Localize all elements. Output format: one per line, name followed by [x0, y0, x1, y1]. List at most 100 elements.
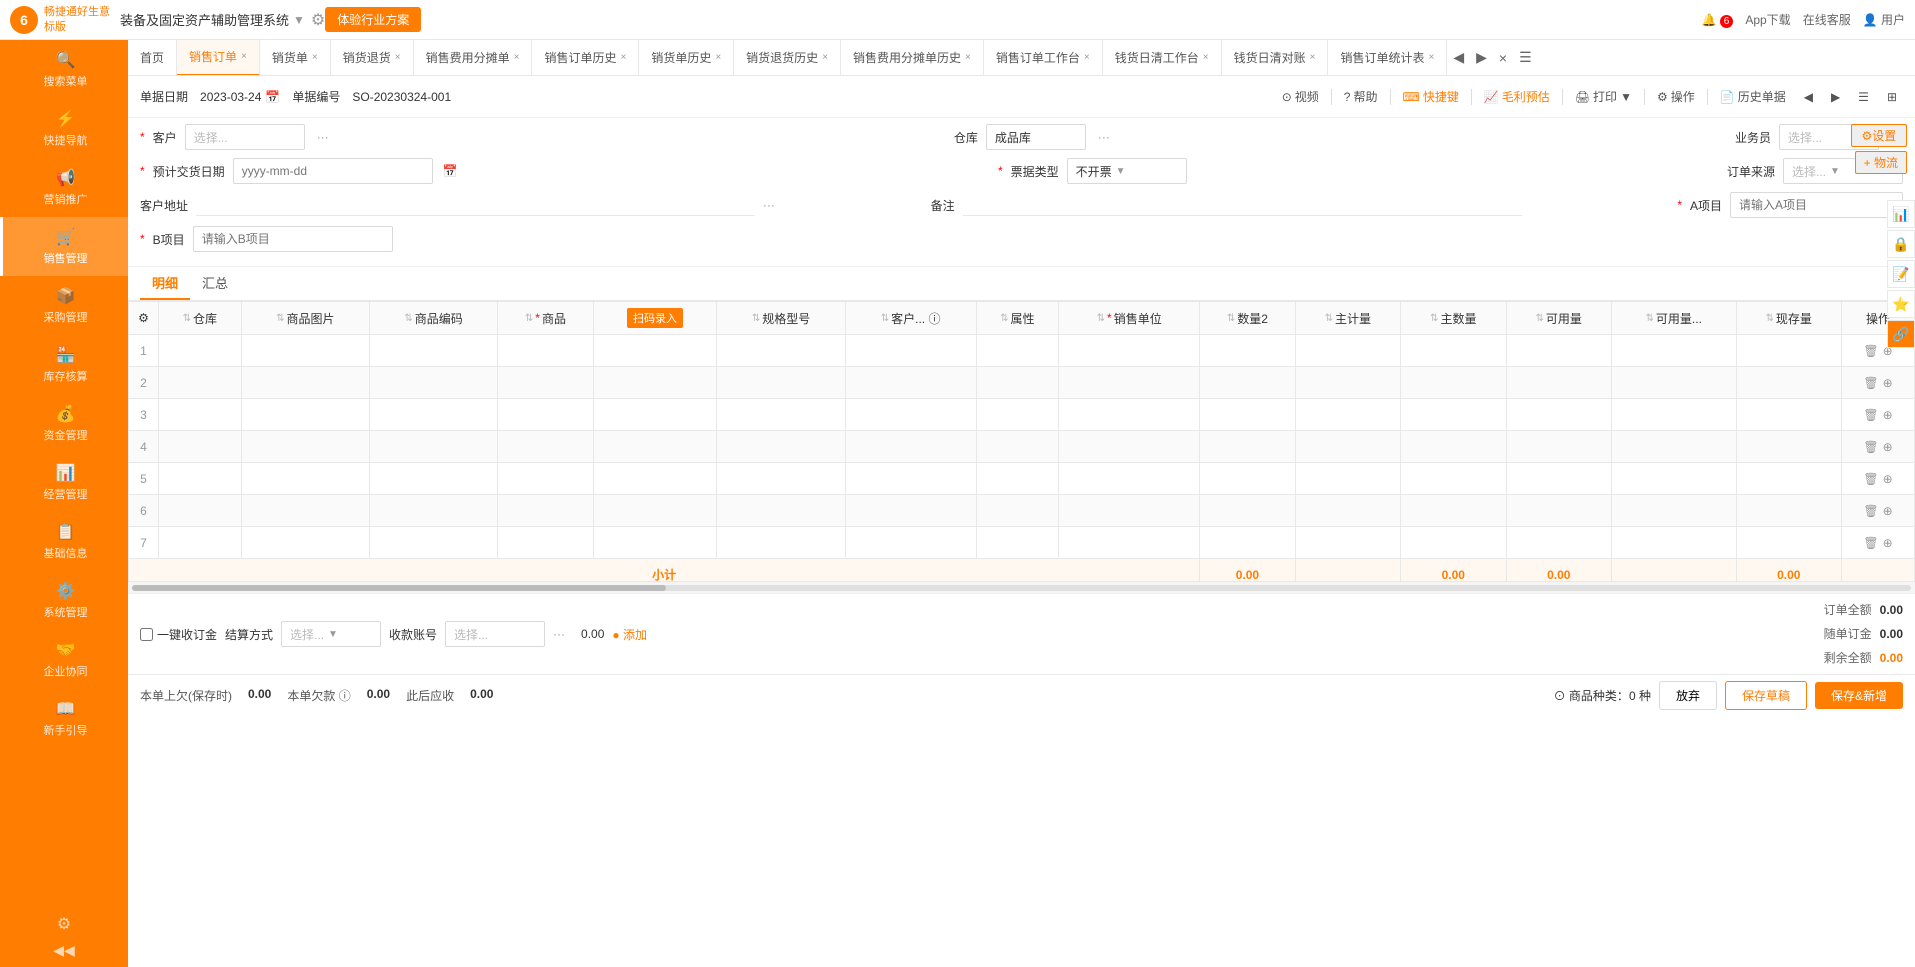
one-click-check[interactable]: [140, 628, 153, 641]
row-qty2-cell[interactable]: [1200, 463, 1295, 495]
scan-entry-btn[interactable]: 扫码录入: [627, 308, 683, 328]
row-stock-cell[interactable]: [1736, 367, 1841, 399]
account-more-btn[interactable]: ···: [553, 627, 565, 641]
invoice-select[interactable]: 不开票 ▼: [1067, 158, 1187, 184]
nav-prev-btn[interactable]: ◀: [1798, 88, 1819, 106]
tab-daily-reconcile[interactable]: 钱货日清对账 ×: [1222, 40, 1329, 76]
row-code-cell[interactable]: [369, 463, 497, 495]
row-attribute-cell[interactable]: [976, 495, 1059, 527]
tab-cost-split[interactable]: 销售费用分摊单 ×: [414, 40, 533, 76]
sidebar-item-base[interactable]: 📋 基础信息: [0, 512, 128, 571]
row-main-unit-cell[interactable]: [1295, 367, 1400, 399]
history-btn[interactable]: 📄 历史单据: [1714, 86, 1792, 107]
action-btn[interactable]: ⚙ 操作: [1651, 86, 1701, 107]
row-attribute-cell[interactable]: [976, 367, 1059, 399]
right-tool-1[interactable]: 📊: [1887, 200, 1915, 228]
tab-close-sales-bill[interactable]: ×: [312, 52, 318, 63]
sidebar-item-system[interactable]: ⚙️ 系统管理: [0, 571, 128, 630]
row-main-unit-cell[interactable]: [1295, 463, 1400, 495]
row-available2-cell[interactable]: [1611, 431, 1736, 463]
row-main-qty-cell[interactable]: [1401, 527, 1506, 559]
tab-order-stats[interactable]: 销售订单统计表 ×: [1328, 40, 1447, 76]
save-new-button[interactable]: 保存&新增: [1815, 682, 1903, 709]
profit-btn[interactable]: 📈 毛利预估: [1478, 86, 1556, 107]
row-copy-icon[interactable]: ⊕: [1883, 536, 1893, 550]
row-delete-icon[interactable]: 🗑: [1863, 440, 1878, 454]
row-code-cell[interactable]: [369, 399, 497, 431]
row-attribute-cell[interactable]: [976, 431, 1059, 463]
sidebar-item-quick[interactable]: ⚡ 快捷导航: [0, 99, 128, 158]
row-spec-cell[interactable]: [717, 399, 845, 431]
sidebar-item-inventory[interactable]: 🏪 库存核算: [0, 335, 128, 394]
view-video-btn[interactable]: ⊙ 视频: [1276, 86, 1325, 107]
row-delete-icon[interactable]: 🗑: [1863, 472, 1878, 486]
row-code-cell[interactable]: [369, 495, 497, 527]
row-product-cell[interactable]: [498, 463, 593, 495]
row-copy-icon[interactable]: ⊕: [1883, 376, 1893, 390]
row-customer-code-cell[interactable]: [845, 463, 976, 495]
user-avatar[interactable]: 👤 用户: [1863, 11, 1905, 28]
detail-tab-summary[interactable]: 汇总: [190, 267, 240, 300]
tab-order-workbench[interactable]: 销售订单工作台 ×: [984, 40, 1103, 76]
warehouse-more-btn[interactable]: ···: [1098, 130, 1110, 144]
row-attribute-cell[interactable]: [976, 527, 1059, 559]
app-download-link[interactable]: App下载: [1745, 11, 1790, 28]
row-main-unit-cell[interactable]: [1295, 399, 1400, 431]
row-warehouse-cell[interactable]: [159, 495, 242, 527]
row-stock-cell[interactable]: [1736, 463, 1841, 495]
row-available2-cell[interactable]: [1611, 367, 1736, 399]
tab-order-history[interactable]: 销售订单历史 ×: [532, 40, 639, 76]
row-spec-cell[interactable]: [717, 367, 845, 399]
row-available-cell[interactable]: [1506, 527, 1611, 559]
help-btn[interactable]: ? 帮助: [1338, 86, 1384, 107]
row-unit-cell[interactable]: [1059, 495, 1200, 527]
account-select[interactable]: 选择...: [445, 621, 545, 647]
scrollbar-thumb[interactable]: [132, 585, 666, 591]
row-available2-cell[interactable]: [1611, 495, 1736, 527]
row-attribute-cell[interactable]: [976, 335, 1059, 367]
row-unit-cell[interactable]: [1059, 367, 1200, 399]
row-spec-cell[interactable]: [717, 527, 845, 559]
sidebar-item-search[interactable]: 🔍 搜索菜单: [0, 40, 128, 99]
row-warehouse-cell[interactable]: [159, 335, 242, 367]
row-product-cell[interactable]: [498, 527, 593, 559]
row-warehouse-cell[interactable]: [159, 527, 242, 559]
tab-bill-history[interactable]: 销货单历史 ×: [639, 40, 734, 76]
tab-close-sales-order[interactable]: ×: [241, 51, 247, 62]
row-available-cell[interactable]: [1506, 335, 1611, 367]
sidebar-item-guide[interactable]: 📖 新手引导: [0, 689, 128, 748]
row-available2-cell[interactable]: [1611, 335, 1736, 367]
tab-next-btn[interactable]: ▶: [1470, 49, 1493, 66]
notification-icon[interactable]: 🔔 6: [1701, 13, 1733, 27]
row-main-qty-cell[interactable]: [1401, 431, 1506, 463]
th-scan[interactable]: 扫码录入: [593, 302, 717, 335]
row-customer-code-cell[interactable]: [845, 527, 976, 559]
add-payment-btn[interactable]: ● 添加: [612, 626, 647, 643]
right-tool-2[interactable]: 🔒: [1887, 230, 1915, 258]
row-customer-code-cell[interactable]: [845, 431, 976, 463]
row-code-cell[interactable]: [369, 367, 497, 399]
sidebar-item-sales[interactable]: 🛒 销售管理: [0, 217, 128, 276]
right-tool-5[interactable]: 🔗: [1887, 320, 1915, 348]
row-warehouse-cell[interactable]: [159, 431, 242, 463]
row-main-unit-cell[interactable]: [1295, 527, 1400, 559]
row-copy-icon[interactable]: ⊕: [1883, 408, 1893, 422]
row-unit-cell[interactable]: [1059, 463, 1200, 495]
tab-prev-btn[interactable]: ◀: [1447, 49, 1470, 66]
row-product-cell[interactable]: [498, 367, 593, 399]
warehouse-select[interactable]: 成品库: [986, 124, 1086, 150]
row-unit-cell[interactable]: [1059, 399, 1200, 431]
customer-select[interactable]: 选择...: [185, 124, 305, 150]
tab-close-order-workbench[interactable]: ×: [1084, 52, 1090, 63]
row-stock-cell[interactable]: [1736, 495, 1841, 527]
horizontal-scrollbar[interactable]: [128, 581, 1915, 593]
payment-method-select[interactable]: 选择... ▼: [281, 621, 381, 647]
tab-close-cost-split-history[interactable]: ×: [965, 52, 971, 63]
row-qty2-cell[interactable]: [1200, 527, 1295, 559]
row-spec-cell[interactable]: [717, 431, 845, 463]
row-product-cell[interactable]: [498, 335, 593, 367]
print-btn[interactable]: 🖨 打印 ▼: [1569, 86, 1638, 107]
row-qty2-cell[interactable]: [1200, 335, 1295, 367]
row-delete-icon[interactable]: 🗑: [1863, 536, 1878, 550]
tab-return-history[interactable]: 销货退货历史 ×: [734, 40, 841, 76]
